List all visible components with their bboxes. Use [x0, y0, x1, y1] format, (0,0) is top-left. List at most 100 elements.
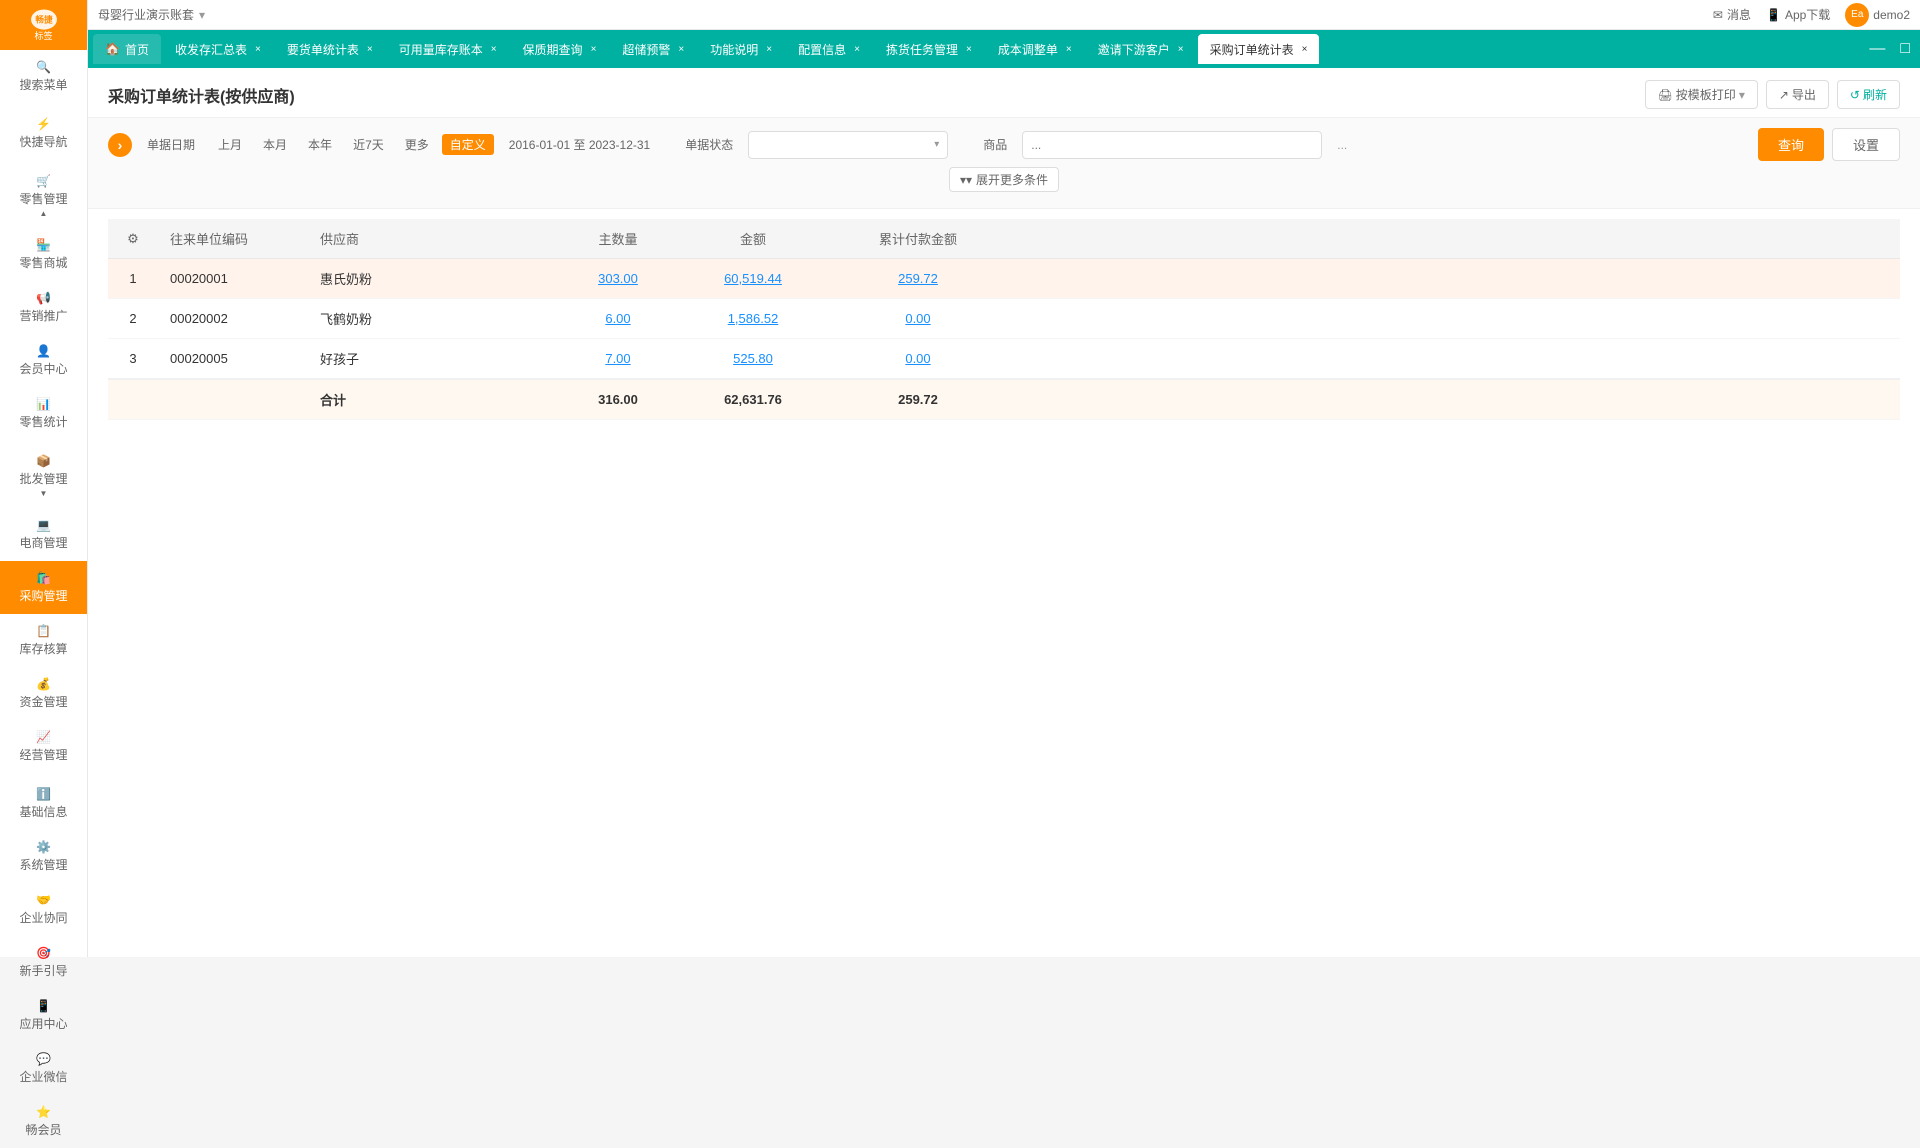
- cell-qty[interactable]: 6.00: [558, 299, 678, 339]
- sidebar-item-label: 搜索菜单: [19, 76, 67, 93]
- export-button[interactable]: ↗ 导出: [1766, 80, 1829, 109]
- sidebar-item-finance[interactable]: 💰 资金管理: [0, 667, 87, 720]
- username-label: demo2: [1873, 8, 1910, 22]
- sidebar-item-app-center[interactable]: 📱 应用中心: [0, 989, 87, 1042]
- sidebar-item-label: 畅会员: [25, 1121, 61, 1138]
- tab-pick-task[interactable]: 拣货任务管理 ×: [874, 34, 984, 64]
- tab-close-icon[interactable]: ×: [491, 44, 497, 55]
- expand-more-button[interactable]: ▾▾ 展开更多条件: [949, 167, 1059, 192]
- sidebar-item-purchase[interactable]: 🛍️ 采购管理: [0, 561, 87, 614]
- message-button[interactable]: ✉ 消息: [1713, 6, 1751, 23]
- status-select[interactable]: ▾: [748, 131, 948, 159]
- sidebar-item-sys-mgmt[interactable]: ⚙️ 系统管理: [0, 830, 87, 883]
- tab-expand-button[interactable]: □: [1895, 38, 1915, 60]
- cell-index: 1: [108, 259, 158, 299]
- goods-search-input[interactable]: [1022, 131, 1322, 159]
- date-filter-label: 单据日期: [147, 136, 195, 153]
- sidebar-item-basic-info[interactable]: ℹ️ 基础信息: [0, 777, 87, 830]
- cell-paid[interactable]: 0.00: [828, 339, 1008, 380]
- workspace-selector[interactable]: 母婴行业演示账套 ▾: [98, 6, 205, 23]
- cell-amount[interactable]: 60,519.44: [678, 259, 828, 299]
- sidebar-item-retail-stats[interactable]: 📊 零售统计: [0, 387, 87, 440]
- tab-close-icon[interactable]: ×: [1178, 44, 1184, 55]
- tab-label: 可用量库存账本: [399, 41, 483, 58]
- sidebar-item-operations[interactable]: 📈 经营管理: [0, 720, 87, 773]
- tab-purchase-stats[interactable]: 采购订单统计表 ×: [1198, 34, 1320, 64]
- cell-qty[interactable]: 303.00: [558, 259, 678, 299]
- tab-close-icon[interactable]: ×: [591, 44, 597, 55]
- tab-close-icon[interactable]: ×: [1302, 44, 1308, 55]
- table-row: 2 00020002 飞鹤奶粉 6.00 1,586.52 0.00: [108, 299, 1900, 339]
- sidebar-item-quick-nav[interactable]: ⚡ 快捷导航: [0, 107, 87, 160]
- tab-order-stats[interactable]: 要货单统计表 ×: [275, 34, 385, 64]
- cell-qty[interactable]: 7.00: [558, 339, 678, 380]
- tab-cost-adjust[interactable]: 成本调整单 ×: [986, 34, 1084, 64]
- cell-amount[interactable]: 525.80: [678, 339, 828, 380]
- export-icon: ↗: [1779, 88, 1789, 102]
- tab-close-icon[interactable]: ×: [766, 44, 772, 55]
- date-last-month-button[interactable]: 上月: [210, 134, 250, 155]
- tab-available-stock[interactable]: 可用量库存账本 ×: [387, 34, 509, 64]
- settings-button[interactable]: 设置: [1832, 128, 1900, 161]
- col-header-code: 往来单位编码: [158, 219, 308, 259]
- date-this-month-button[interactable]: 本月: [255, 134, 295, 155]
- sidebar-item-label: 新手引导: [19, 962, 67, 979]
- sidebar-item-label: 零售商城: [19, 254, 67, 271]
- sidebar-item-retail-mgmt[interactable]: 🛒 零售管理 ▲: [0, 164, 87, 228]
- tab-home[interactable]: 🏠 首页: [93, 34, 161, 64]
- sidebar-item-member2[interactable]: ⭐ 畅会员: [0, 1095, 87, 1148]
- goods-more-icon[interactable]: ...: [1337, 138, 1347, 152]
- tab-collect-pay[interactable]: 收发存汇总表 ×: [163, 34, 273, 64]
- query-button[interactable]: 查询: [1758, 128, 1824, 161]
- tab-close-icon[interactable]: ×: [255, 44, 261, 55]
- top-bar-right: ✉ 消息 📱 App下载 Ea demo2: [1713, 3, 1910, 27]
- cell-paid[interactable]: 0.00: [828, 299, 1008, 339]
- sidebar-item-marketing[interactable]: 📢 营销推广: [0, 281, 87, 334]
- tab-close-icon[interactable]: ×: [1066, 44, 1072, 55]
- tab-close-icon[interactable]: ×: [367, 44, 373, 55]
- print-button[interactable]: 🖨 按模板打印 ▾: [1645, 80, 1758, 109]
- sidebar-item-wholesale[interactable]: 📦 批发管理 ▼: [0, 444, 87, 508]
- app-download-button[interactable]: 📱 App下载: [1766, 6, 1830, 23]
- col-header-paid: 累计付款金额: [828, 219, 1008, 259]
- top-bar: 母婴行业演示账套 ▾ ✉ 消息 📱 App下载 Ea demo2: [88, 0, 1920, 30]
- tab-func-desc[interactable]: 功能说明 ×: [698, 34, 784, 64]
- user-menu[interactable]: Ea demo2: [1845, 3, 1910, 27]
- cell-index: 3: [108, 339, 158, 380]
- cell-amount[interactable]: 1,586.52: [678, 299, 828, 339]
- tab-close-icon[interactable]: ×: [678, 44, 684, 55]
- tab-label: 功能说明: [710, 41, 758, 58]
- tab-config-info[interactable]: 配置信息 ×: [786, 34, 872, 64]
- tab-close-icon[interactable]: ×: [966, 44, 972, 55]
- sidebar-item-new-guide[interactable]: 🎯 新手引导: [0, 936, 87, 989]
- date-custom-button[interactable]: 自定义: [442, 134, 494, 155]
- cell-supplier: 惠氏奶粉: [308, 259, 558, 299]
- filter-toggle-button[interactable]: ›: [108, 133, 132, 157]
- tab-close-icon[interactable]: ×: [854, 44, 860, 55]
- sidebar-item-corp-wechat[interactable]: 💬 企业微信: [0, 1042, 87, 1095]
- tab-validity-query[interactable]: 保质期查询 ×: [511, 34, 609, 64]
- sidebar-item-retail-mall[interactable]: 🏪 零售商城: [0, 228, 87, 281]
- tab-invite-customer[interactable]: 邀请下游客户 ×: [1086, 34, 1196, 64]
- gear-icon[interactable]: ⚙: [127, 231, 139, 246]
- logo-icon: 畅捷: [24, 8, 64, 31]
- status-filter-label: 单据状态: [685, 136, 733, 153]
- svg-text:畅捷: 畅捷: [35, 13, 53, 24]
- sidebar-item-enterprise[interactable]: 🤝 企业协同: [0, 883, 87, 936]
- cell-paid[interactable]: 259.72: [828, 259, 1008, 299]
- sidebar-item-inventory[interactable]: 📋 库存核算: [0, 614, 87, 667]
- purchase-icon: 🛍️: [36, 571, 51, 585]
- chevron-down-icon: ▼: [40, 489, 48, 498]
- refresh-button[interactable]: ↺ 刷新: [1837, 80, 1900, 109]
- sidebar-item-search[interactable]: 🔍 搜索菜单: [0, 50, 87, 103]
- table-row: 3 00020005 好孩子 7.00 525.80 0.00: [108, 339, 1900, 380]
- date-7days-button[interactable]: 近7天: [345, 134, 392, 155]
- sidebar-item-member[interactable]: 👤 会员中心: [0, 334, 87, 387]
- date-more-button[interactable]: 更多: [397, 134, 437, 155]
- date-this-year-button[interactable]: 本年: [300, 134, 340, 155]
- col-header-settings[interactable]: ⚙: [108, 219, 158, 259]
- tab-minimize-button[interactable]: —: [1864, 38, 1890, 60]
- footer-label: 合计: [308, 379, 558, 420]
- tab-overstock-warning[interactable]: 超储预警 ×: [610, 34, 696, 64]
- sidebar-item-ecommerce[interactable]: 💻 电商管理: [0, 508, 87, 561]
